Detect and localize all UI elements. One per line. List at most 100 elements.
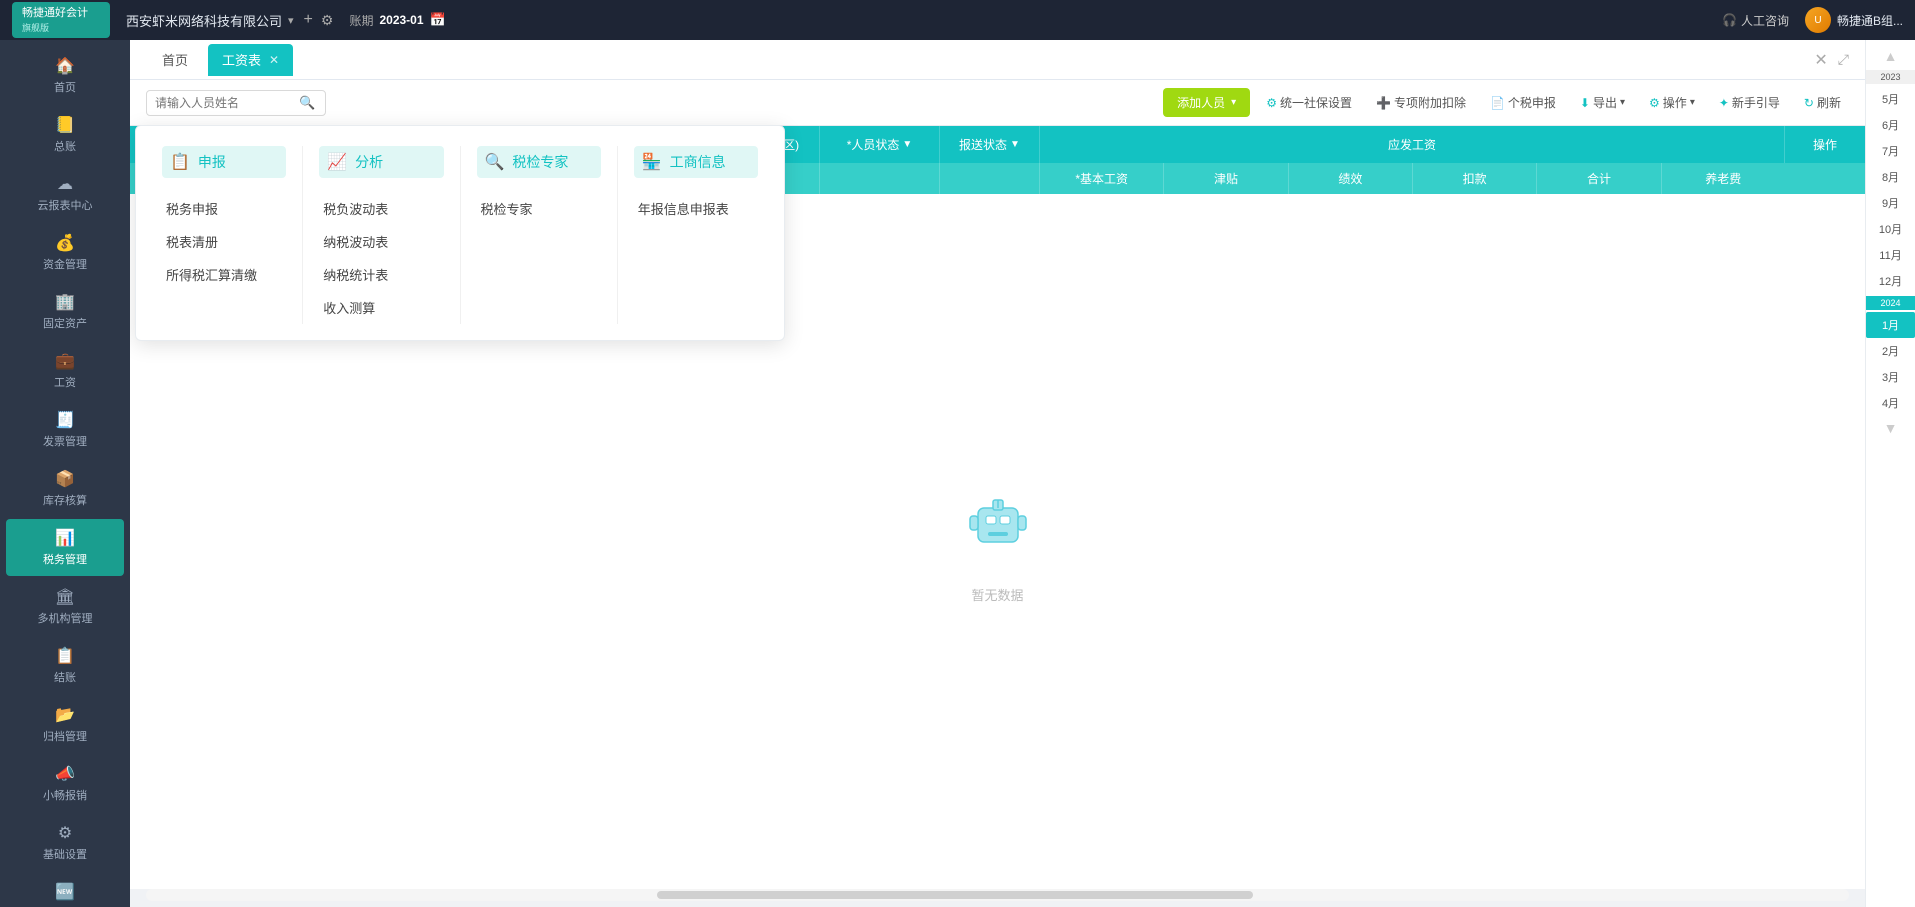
menu-item-tax-fluctuation[interactable]: 纳税波动表 <box>319 225 443 258</box>
tab-close-icon[interactable]: ✕ <box>269 53 279 67</box>
month-6[interactable]: 6月 <box>1866 112 1915 138</box>
support-btn[interactable]: 🎧 人工咨询 <box>1722 12 1789 29</box>
guide-star-icon: ✦ <box>1719 96 1729 110</box>
app-logo-text: 畅捷通好会计 <box>22 6 100 20</box>
month-9[interactable]: 9月 <box>1866 190 1915 216</box>
tab-home[interactable]: 首页 <box>146 42 204 77</box>
horizontal-scrollbar[interactable] <box>146 889 1849 901</box>
sidebar-item-tax[interactable]: 📊 税务管理 <box>6 519 124 576</box>
user-info[interactable]: U 畅捷通B组... <box>1805 7 1903 33</box>
tab-bar: 首页 工资表 ✕ ✕ ⤢ <box>130 40 1865 80</box>
home-icon: 🏠 <box>55 56 75 76</box>
sidebar-item-guide[interactable]: 🆕 新手引导 <box>6 873 124 907</box>
settings-icon[interactable]: ⚙ <box>321 12 334 29</box>
sidebar-item-label: 云报表中心 <box>38 197 93 213</box>
user-avatar: U <box>1805 7 1831 33</box>
section-header-analysis: 📈 分析 <box>319 146 443 178</box>
content-area: 首页 工资表 ✕ ✕ ⤢ 🔍 添加人员 ▾ <box>130 40 1865 907</box>
insurance-icon: ⚙ <box>1266 96 1277 110</box>
search-input[interactable] <box>155 96 295 110</box>
month-11[interactable]: 11月 <box>1866 242 1915 268</box>
month-7[interactable]: 7月 <box>1866 138 1915 164</box>
window-close-btn[interactable]: ✕ <box>1814 50 1827 70</box>
sidebar-item-cloud[interactable]: ☁ 云报表中心 <box>6 165 124 222</box>
filing-section-icon: 📋 <box>170 152 190 172</box>
sidebar-item-label: 税务管理 <box>43 551 87 567</box>
business-section-icon: 🏪 <box>642 152 662 172</box>
calendar-icon[interactable]: 📅 <box>430 12 446 28</box>
social-insurance-btn[interactable]: ⚙ 统一社保设置 <box>1258 89 1360 116</box>
menu-item-tax-burden[interactable]: 税负波动表 <box>319 192 443 225</box>
search-icon: 🔍 <box>299 95 315 111</box>
sidebar-item-home[interactable]: 🏠 首页 <box>6 47 124 104</box>
headset-icon: 🎧 <box>1722 13 1737 27</box>
menu-item-annual-report[interactable]: 年报信息申报表 <box>634 192 758 225</box>
th-report-status[interactable]: 报送状态 ▼ <box>940 126 1040 163</box>
refresh-icon: ↻ <box>1804 96 1814 110</box>
menu-item-income-estimate[interactable]: 收入测算 <box>319 291 443 324</box>
sidebar-item-label: 结账 <box>54 669 76 685</box>
panel-nav-down[interactable]: ▼ <box>1884 416 1898 440</box>
sidebar-item-label: 首页 <box>54 79 76 95</box>
tab-payroll[interactable]: 工资表 ✕ <box>208 44 293 76</box>
sidebar-item-assets[interactable]: 🏢 固定资产 <box>6 283 124 340</box>
sidebar-item-ledger[interactable]: 📒 总账 <box>6 106 124 163</box>
dropdown-section-expert: 🔍 税检专家 税检专家 <box>461 146 618 324</box>
month-1-active[interactable]: 1月 <box>1866 312 1915 338</box>
month-5[interactable]: 5月 <box>1866 86 1915 112</box>
sidebar-item-close[interactable]: 📋 结账 <box>6 637 124 694</box>
month-2[interactable]: 2月 <box>1866 338 1915 364</box>
window-max-btn[interactable]: ⤢ <box>1838 51 1849 68</box>
menu-item-tax-statistics[interactable]: 纳税统计表 <box>319 258 443 291</box>
sidebar-item-payroll[interactable]: 💼 工资 <box>6 342 124 399</box>
dropdown-arrow-icon: ▾ <box>1231 97 1236 108</box>
export-icon: ⬇ <box>1580 96 1590 110</box>
special-deduction-btn[interactable]: ➕ 专项附加扣除 <box>1368 89 1474 116</box>
expert-section-icon: 🔍 <box>485 152 505 172</box>
user-name: 畅捷通B组... <box>1837 12 1903 29</box>
month-3[interactable]: 3月 <box>1866 364 1915 390</box>
multi-org-icon: 🏛 <box>55 587 75 607</box>
month-4[interactable]: 4月 <box>1866 390 1915 416</box>
sidebar-item-expense[interactable]: 📣 小畅报销 <box>6 755 124 812</box>
th-person-status[interactable]: *人员状态 ▼ <box>820 126 940 163</box>
menu-item-tax-expert[interactable]: 税检专家 <box>477 192 601 225</box>
sidebar-item-archive[interactable]: 📂 归档管理 <box>6 696 124 753</box>
sidebar-item-label: 库存核算 <box>43 492 87 508</box>
ledger-icon: 📒 <box>55 115 75 135</box>
tax-filing-btn[interactable]: 📄 个税申报 <box>1482 89 1564 116</box>
archive-icon: 📂 <box>55 705 75 725</box>
chevron-down-icon[interactable]: ▾ <box>288 14 294 27</box>
dropdown-menu[interactable]: 📋 申报 税务申报 税表清册 所得税汇算清缴 📈 分析 税负波动表 <box>135 125 785 341</box>
analysis-section-icon: 📈 <box>327 152 347 172</box>
sidebar-item-inventory[interactable]: 📦 库存核算 <box>6 460 124 517</box>
menu-item-income-tax[interactable]: 所得税汇算清缴 <box>162 258 286 291</box>
sidebar-item-invoice[interactable]: 🧾 发票管理 <box>6 401 124 458</box>
sidebar-item-fund[interactable]: 💰 资金管理 <box>6 224 124 281</box>
sidebar-item-label: 小畅报销 <box>43 787 87 803</box>
operation-icon: ⚙ <box>1649 96 1660 110</box>
search-input-wrapper[interactable]: 🔍 <box>146 90 326 116</box>
new-guide-btn[interactable]: ✦ 新手引导 <box>1711 89 1788 116</box>
menu-item-tax-clearance[interactable]: 税表清册 <box>162 225 286 258</box>
export-btn[interactable]: ⬇ 导出 ▾ <box>1572 89 1633 116</box>
menu-item-tax-filing[interactable]: 税务申报 <box>162 192 286 225</box>
month-8[interactable]: 8月 <box>1866 164 1915 190</box>
year-2024-label: 2024 <box>1866 296 1915 310</box>
add-company-btn[interactable]: + <box>304 11 313 29</box>
panel-nav-up[interactable]: ▲ <box>1884 44 1898 68</box>
sidebar: 🏠 首页 📒 总账 ☁ 云报表中心 💰 资金管理 🏢 固定资产 💼 工资 <box>0 40 130 907</box>
scrollbar-thumb[interactable] <box>657 891 1253 899</box>
company-selector[interactable]: 西安虾米网络科技有限公司 ▾ <box>126 11 294 30</box>
th-operation: 操作 <box>1785 126 1865 163</box>
month-12[interactable]: 12月 <box>1866 268 1915 294</box>
month-10[interactable]: 10月 <box>1866 216 1915 242</box>
payroll-icon: 💼 <box>55 351 75 371</box>
operation-btn[interactable]: ⚙ 操作 ▾ <box>1641 89 1703 116</box>
sidebar-item-multi-org[interactable]: 🏛 多机构管理 <box>6 578 124 635</box>
sidebar-item-settings[interactable]: ⚙ 基础设置 <box>6 814 124 871</box>
operation-arrow-icon: ▾ <box>1690 97 1695 108</box>
add-person-btn[interactable]: 添加人员 ▾ <box>1163 88 1250 117</box>
period-value: 2023-01 <box>379 13 423 27</box>
refresh-btn[interactable]: ↻ 刷新 <box>1796 89 1849 116</box>
